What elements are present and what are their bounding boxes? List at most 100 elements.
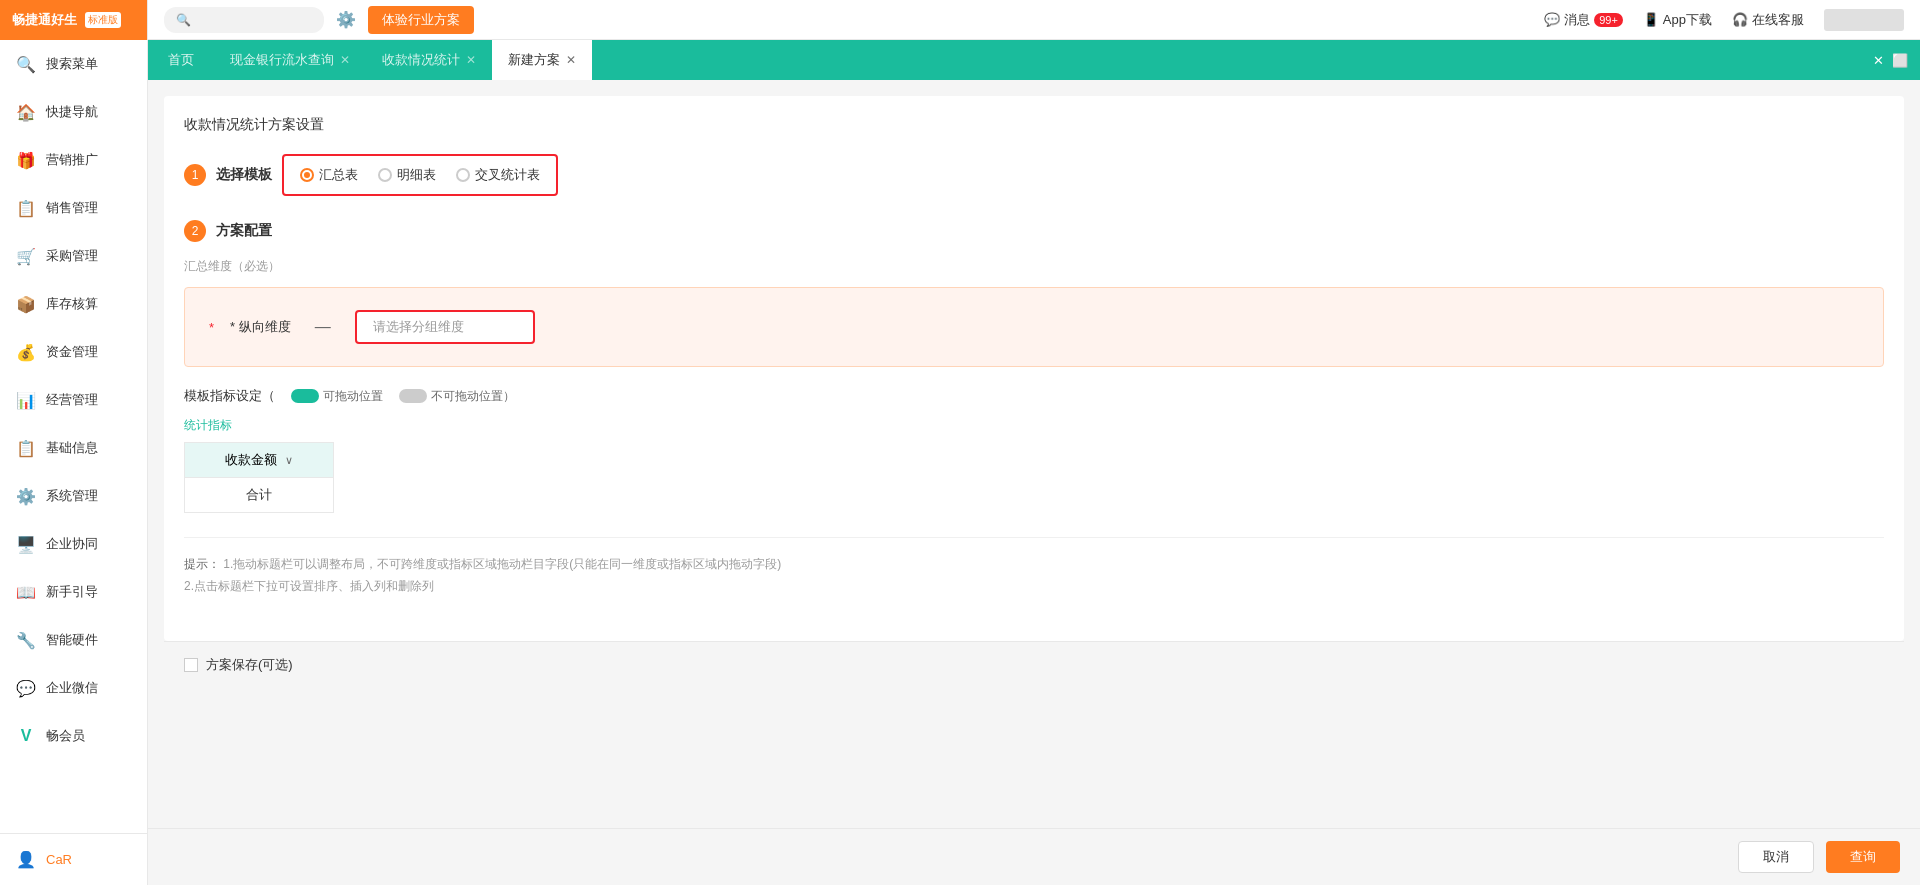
radio-cross[interactable]: 交叉统计表 xyxy=(456,166,540,184)
sidebar-item-enterprise[interactable]: 🖥️ 企业协同 xyxy=(0,520,147,568)
enterprise-icon: 🖥️ xyxy=(16,535,36,554)
sidebar-item-label: 企业微信 xyxy=(46,679,98,697)
stats-table: 收款金额 ∨ 合计 xyxy=(184,442,334,513)
step2-header: 2 方案配置 xyxy=(184,220,1884,242)
finance-icon: 💰 xyxy=(16,343,36,362)
sidebar-item-label: 智能硬件 xyxy=(46,631,98,649)
tab-home[interactable]: 首页 xyxy=(148,40,214,80)
dimension-required-marker: * xyxy=(209,320,214,335)
guide-icon: 📖 xyxy=(16,583,36,602)
sidebar-logo: 畅捷通好生 标准版 xyxy=(0,0,147,40)
close-icon[interactable]: ✕ xyxy=(340,53,350,67)
sidebar-item-inventory[interactable]: 📦 库存核算 xyxy=(0,280,147,328)
radio-detail[interactable]: 明细表 xyxy=(378,166,436,184)
tab-bank-flow[interactable]: 现金银行流水查询 ✕ xyxy=(214,40,366,80)
purchase-icon: 🛒 xyxy=(16,247,36,266)
close-icon[interactable]: ✕ xyxy=(466,53,476,67)
sidebar-logo-text: 畅捷通好生 xyxy=(12,11,77,29)
tab-new-plan-label: 新建方案 xyxy=(508,51,560,69)
tabbar: 首页 现金银行流水查询 ✕ 收款情况统计 ✕ 新建方案 ✕ ✕ ⬜ xyxy=(148,40,1920,80)
no-drag-indicator xyxy=(399,389,427,403)
query-button[interactable]: 查询 xyxy=(1826,841,1900,873)
topbar-search-box[interactable]: 🔍 xyxy=(164,7,324,33)
stats-table-body: 合计 xyxy=(185,478,333,512)
metrics-header-text: 模板指标设定（ xyxy=(184,387,275,405)
tabbar-controls: ✕ ⬜ xyxy=(1861,53,1920,68)
close-icon[interactable]: ✕ xyxy=(566,53,576,67)
close-window-icon[interactable]: ✕ xyxy=(1873,53,1884,68)
tab-new-plan[interactable]: 新建方案 ✕ xyxy=(492,40,592,80)
tab-collection-stats[interactable]: 收款情况统计 ✕ xyxy=(366,40,492,80)
dimension-config: 汇总维度（必选） * * 纵向维度 — 请选择分组维度 xyxy=(184,258,1884,367)
step1-header: 1 选择模板 汇总表 明细表 xyxy=(184,154,1884,196)
arrow-icon: — xyxy=(315,318,331,336)
sidebar-item-quick-nav[interactable]: 🏠 快捷导航 xyxy=(0,88,147,136)
sidebar-item-search-menu[interactable]: 🔍 搜索菜单 xyxy=(0,40,147,88)
sidebar-item-marketing[interactable]: 🎁 营销推广 xyxy=(0,136,147,184)
cancel-button[interactable]: 取消 xyxy=(1738,841,1814,873)
sidebar-item-operations[interactable]: 📊 经营管理 xyxy=(0,376,147,424)
save-checkbox[interactable] xyxy=(184,658,198,672)
drag-badge: 可拖动位置 xyxy=(291,388,383,405)
sidebar-item-label: 企业协同 xyxy=(46,535,98,553)
topbar-right: 💬 消息 99+ 📱 App下载 🎧 在线客服 xyxy=(1544,9,1904,31)
sidebar-item-label: 营销推广 xyxy=(46,151,98,169)
sidebar-item-basic-info[interactable]: 📋 基础信息 xyxy=(0,424,147,472)
step1-number: 1 xyxy=(184,164,206,186)
home-icon: 🏠 xyxy=(16,103,36,122)
gift-icon: 🎁 xyxy=(16,151,36,170)
content-area: 收款情况统计方案设置 1 选择模板 汇总表 xyxy=(148,80,1920,828)
radio-dot-summary xyxy=(300,168,314,182)
sidebar-item-member[interactable]: V 畅会员 xyxy=(0,712,147,760)
inventory-icon: 📦 xyxy=(16,295,36,314)
dimension-selector[interactable]: 请选择分组维度 xyxy=(355,310,535,344)
trial-button[interactable]: 体验行业方案 xyxy=(368,6,474,34)
sidebar-item-label: 销售管理 xyxy=(46,199,98,217)
tab-home-label: 首页 xyxy=(168,51,194,69)
message-button[interactable]: 💬 消息 99+ xyxy=(1544,11,1623,29)
sidebar-item-label: 系统管理 xyxy=(46,487,98,505)
sidebar-item-hardware[interactable]: 🔧 智能硬件 xyxy=(0,616,147,664)
sidebar-item-guide[interactable]: 📖 新手引导 xyxy=(0,568,147,616)
sidebar-item-label: 基础信息 xyxy=(46,439,98,457)
sidebar-item-purchase[interactable]: 🛒 采购管理 xyxy=(0,232,147,280)
sidebar-item-system[interactable]: ⚙️ 系统管理 xyxy=(0,472,147,520)
sidebar-item-sales[interactable]: 📋 销售管理 xyxy=(0,184,147,232)
radio-dot-cross xyxy=(456,168,470,182)
wechat-icon: 💬 xyxy=(16,679,36,698)
settings-icon[interactable]: ⚙️ xyxy=(336,10,356,29)
metrics-header: 模板指标设定（ 可拖动位置 不可拖动位置） xyxy=(184,387,1884,405)
sidebar-bottom-item-1[interactable]: 👤 CaR xyxy=(0,842,147,877)
chevron-down-icon[interactable]: ∨ xyxy=(285,454,293,467)
main-area: 🔍 ⚙️ 体验行业方案 💬 消息 99+ 📱 App下载 🎧 在线客服 首页 xyxy=(148,0,1920,885)
step1-section: 1 选择模板 汇总表 明细表 xyxy=(184,154,1884,196)
sidebar-item-finance[interactable]: 💰 资金管理 xyxy=(0,328,147,376)
sidebar-bottom-label: CaR xyxy=(46,852,72,867)
tips-section: 提示： 1.拖动标题栏可以调整布局，不可跨维度或指标区域拖动栏目字段(只能在同一… xyxy=(184,537,1884,597)
step2-number: 2 xyxy=(184,220,206,242)
tab-bank-flow-label: 现金银行流水查询 xyxy=(230,51,334,69)
member-icon: V xyxy=(16,727,36,745)
sidebar-item-label: 资金管理 xyxy=(46,343,98,361)
metrics-section: 模板指标设定（ 可拖动位置 不可拖动位置） 统计指标 收款金额 xyxy=(184,387,1884,513)
user-avatar[interactable] xyxy=(1824,9,1904,31)
tab-collection-stats-label: 收款情况统计 xyxy=(382,51,460,69)
service-label: 在线客服 xyxy=(1752,11,1804,29)
sidebar-item-label: 库存核算 xyxy=(46,295,98,313)
operations-icon: 📊 xyxy=(16,391,36,410)
download-button[interactable]: 📱 App下载 xyxy=(1643,11,1712,29)
sidebar-item-wechat[interactable]: 💬 企业微信 xyxy=(0,664,147,712)
service-button[interactable]: 🎧 在线客服 xyxy=(1732,11,1804,29)
radio-summary[interactable]: 汇总表 xyxy=(300,166,358,184)
stats-table-header[interactable]: 收款金额 ∨ xyxy=(185,443,333,478)
subtotal-label: 合计 xyxy=(246,487,272,502)
page-title: 收款情况统计方案设置 xyxy=(184,116,1884,134)
stats-item-label: 收款金额 xyxy=(225,451,277,469)
tips-label: 提示： xyxy=(184,557,220,571)
tips-text: 提示： 1.拖动标题栏可以调整布局，不可跨维度或指标区域拖动栏目字段(只能在同一… xyxy=(184,554,1884,597)
search-icon: 🔍 xyxy=(16,55,36,74)
sidebar-item-label: 畅会员 xyxy=(46,727,85,745)
expand-icon[interactable]: ⬜ xyxy=(1892,53,1908,68)
sidebar-logo-badge: 标准版 xyxy=(85,12,121,28)
tip1-text: 1.拖动标题栏可以调整布局，不可跨维度或指标区域拖动栏目字段(只能在同一维度或指… xyxy=(223,557,781,571)
